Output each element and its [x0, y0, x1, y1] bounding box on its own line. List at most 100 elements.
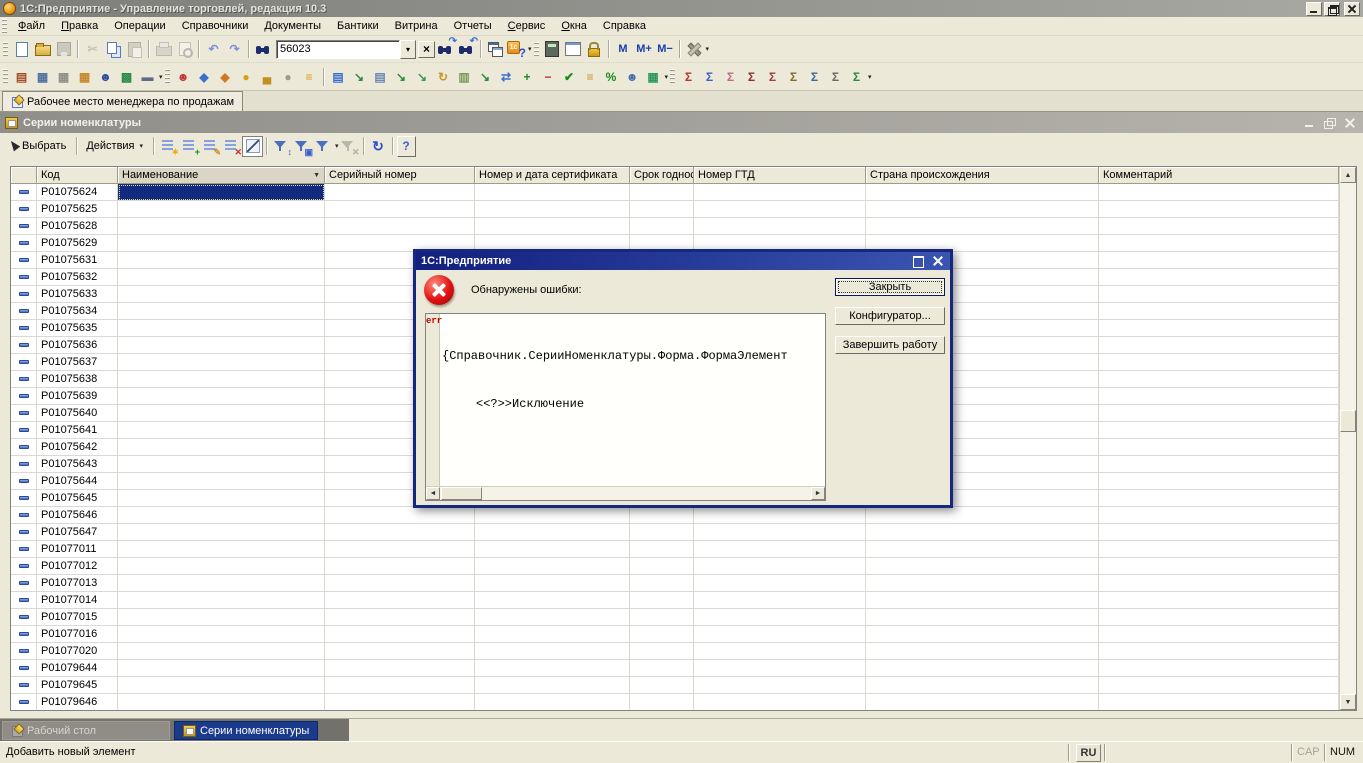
- cell[interactable]: [118, 592, 325, 609]
- row-marker-cell[interactable]: [11, 405, 37, 422]
- scroll-right-icon[interactable]: ►: [811, 487, 825, 500]
- cell[interactable]: [866, 592, 1099, 609]
- cell[interactable]: [630, 558, 694, 575]
- code-cell[interactable]: P01075646: [37, 507, 118, 524]
- print-icon[interactable]: [153, 39, 174, 60]
- memory-m-icon[interactable]: M: [613, 39, 634, 60]
- memory-m-plus-icon[interactable]: M+: [634, 39, 655, 60]
- toolbar-grip[interactable]: [164, 69, 170, 84]
- cell[interactable]: [118, 456, 325, 473]
- dialog-titlebar[interactable]: 1С:Предприятие: [416, 252, 950, 270]
- report-sigma-list-icon[interactable]: Σ: [825, 66, 846, 87]
- row-marker-cell[interactable]: [11, 609, 37, 626]
- column-header-8[interactable]: Комментарий: [1099, 167, 1339, 184]
- cell[interactable]: [630, 626, 694, 643]
- cell[interactable]: [118, 439, 325, 456]
- cell[interactable]: [325, 660, 475, 677]
- cell[interactable]: [630, 218, 694, 235]
- scroll-left-icon[interactable]: ◄: [426, 487, 440, 500]
- cell[interactable]: [475, 201, 630, 218]
- code-cell[interactable]: P01077020: [37, 643, 118, 660]
- clear-filter-icon[interactable]: ✕: [339, 136, 360, 157]
- cell[interactable]: [118, 201, 325, 218]
- menu-item-3[interactable]: Справочники: [174, 18, 257, 34]
- cell[interactable]: [866, 575, 1099, 592]
- code-cell[interactable]: P01075643: [37, 456, 118, 473]
- column-header-5[interactable]: Срок годнос...: [630, 167, 694, 184]
- cell[interactable]: [1099, 507, 1339, 524]
- code-cell[interactable]: P01077014: [37, 592, 118, 609]
- menu-item-8[interactable]: Сервис: [500, 18, 554, 34]
- cell[interactable]: [325, 541, 475, 558]
- cell[interactable]: [118, 371, 325, 388]
- row-marker-cell[interactable]: [11, 558, 37, 575]
- code-cell[interactable]: P01075639: [37, 388, 118, 405]
- cell[interactable]: [325, 218, 475, 235]
- code-cell[interactable]: P01075624: [37, 184, 118, 201]
- temporary-lock-icon[interactable]: [584, 39, 605, 60]
- cell[interactable]: [866, 218, 1099, 235]
- code-cell[interactable]: P01077013: [37, 575, 118, 592]
- quit-button[interactable]: Завершить работу: [835, 336, 945, 354]
- cell[interactable]: [694, 609, 866, 626]
- cell[interactable]: [325, 201, 475, 218]
- row-marker-cell[interactable]: [11, 473, 37, 490]
- transfer-gold-icon[interactable]: ↘: [391, 66, 412, 87]
- transfer-crates-icon[interactable]: ↘: [475, 66, 496, 87]
- customer-coins-icon[interactable]: ●: [236, 66, 257, 87]
- cell[interactable]: [1099, 405, 1339, 422]
- scrollbar-thumb[interactable]: [441, 487, 482, 500]
- column-header-2[interactable]: Наименование ▼: [118, 167, 325, 184]
- row-marker-cell[interactable]: [11, 575, 37, 592]
- cell[interactable]: [694, 575, 866, 592]
- cell[interactable]: [1099, 354, 1339, 371]
- partners-icon[interactable]: ☻: [95, 66, 116, 87]
- row-marker-cell[interactable]: [11, 337, 37, 354]
- menu-item-9[interactable]: Окна: [553, 18, 595, 34]
- cell[interactable]: [1099, 422, 1339, 439]
- menu-item-5[interactable]: Бантики: [329, 18, 387, 34]
- cell[interactable]: [630, 677, 694, 694]
- document-percent-icon[interactable]: %: [601, 66, 622, 87]
- select-button[interactable]: Выбрать: [4, 138, 73, 155]
- cell[interactable]: [118, 320, 325, 337]
- chevron-down-icon[interactable]: ▾: [159, 73, 163, 81]
- cell[interactable]: [1099, 235, 1339, 252]
- dialog-maximize-button[interactable]: [911, 255, 925, 268]
- code-cell[interactable]: P01075637: [37, 354, 118, 371]
- receipt-red-cube-icon[interactable]: ↘: [349, 66, 370, 87]
- row-marker-cell[interactable]: [11, 456, 37, 473]
- cell[interactable]: [325, 609, 475, 626]
- cell[interactable]: [866, 609, 1099, 626]
- edit-item-icon[interactable]: ✎: [200, 136, 221, 157]
- code-cell[interactable]: P01075628: [37, 218, 118, 235]
- code-cell[interactable]: P01075634: [37, 303, 118, 320]
- cell[interactable]: [325, 626, 475, 643]
- cell[interactable]: [475, 609, 630, 626]
- code-cell[interactable]: P01079645: [37, 677, 118, 694]
- cell[interactable]: [475, 507, 630, 524]
- printer-document-icon[interactable]: ▦: [53, 66, 74, 87]
- cell[interactable]: [630, 184, 694, 201]
- cell[interactable]: [475, 558, 630, 575]
- new-document-icon[interactable]: [11, 39, 32, 60]
- report-sigma-flag2-icon[interactable]: Σ: [762, 66, 783, 87]
- report-sigma-lock-icon[interactable]: Σ: [783, 66, 804, 87]
- find-previous-icon[interactable]: ↶: [456, 36, 478, 60]
- cell[interactable]: [866, 677, 1099, 694]
- menubar-grip[interactable]: [2, 18, 7, 34]
- cell[interactable]: [325, 643, 475, 660]
- cell[interactable]: [1099, 303, 1339, 320]
- cell[interactable]: [118, 609, 325, 626]
- column-header-1[interactable]: Код: [37, 167, 118, 184]
- hierarchy-view-icon[interactable]: [242, 135, 264, 157]
- row-marker-cell[interactable]: [11, 660, 37, 677]
- code-cell[interactable]: P01075640: [37, 405, 118, 422]
- document-coins-cycle-icon[interactable]: ⇄: [496, 66, 517, 87]
- row-marker-cell[interactable]: [11, 524, 37, 541]
- sales-basket-icon[interactable]: ◆: [215, 66, 236, 87]
- cell[interactable]: [118, 694, 325, 710]
- code-cell[interactable]: P01075641: [37, 422, 118, 439]
- chevron-down-icon[interactable]: ▾: [665, 73, 669, 81]
- code-cell[interactable]: P01075642: [37, 439, 118, 456]
